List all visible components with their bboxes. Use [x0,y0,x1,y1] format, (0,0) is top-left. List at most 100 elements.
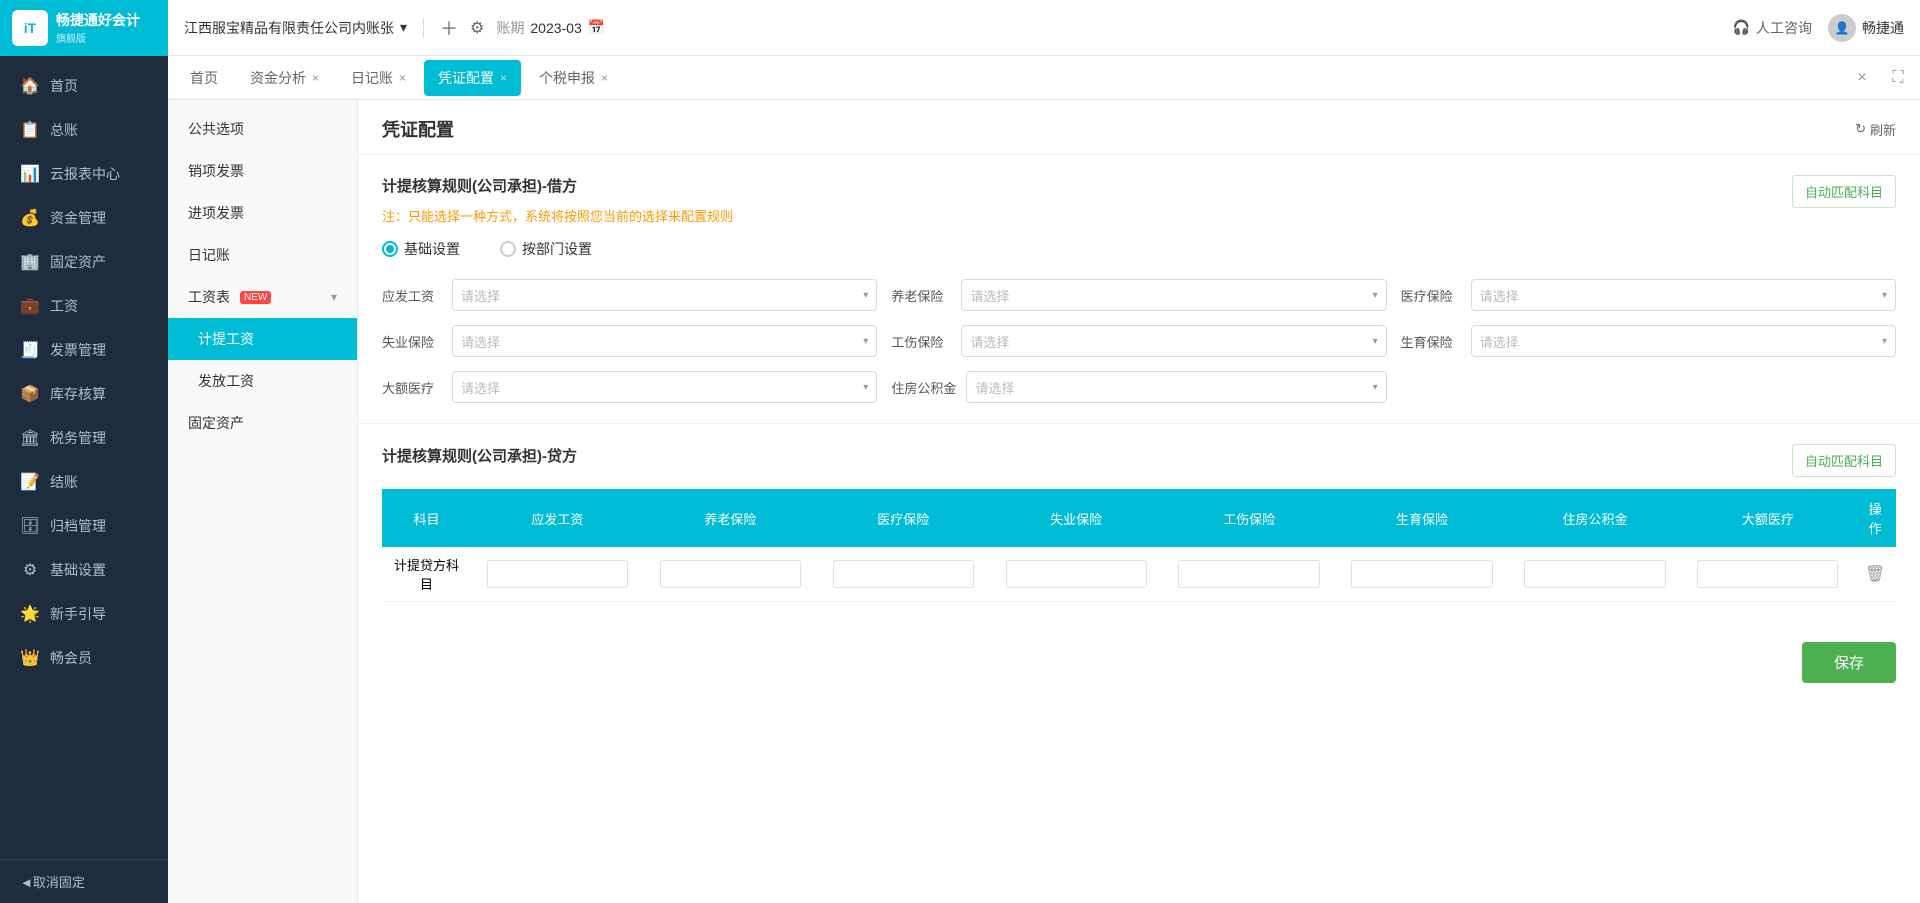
tab-diary[interactable]: 日记账 × [337,60,420,96]
radio-basic-settings[interactable]: 基础设置 [382,239,460,259]
building-icon: 🏢 [20,252,40,272]
credit-auto-match-button[interactable]: 自动匹配科目 [1792,444,1896,477]
sidebar-item-reports[interactable]: 📊 云报表中心 [0,152,168,196]
td-daeyiliao-input[interactable] [1681,547,1854,602]
right-panel: 凭证配置 ↻ 刷新 计提核算规则(公司承担)-借方 注：只能选择一种方式，系统将… [358,100,1920,903]
left-menu-salary-table[interactable]: 工资表 NEW ▾ [168,276,357,318]
field-select-yingfa[interactable]: 请选择 ▾ [452,279,877,311]
member-icon: 👑 [20,648,40,668]
sidebar-item-tax[interactable]: 🏛 税务管理 [0,416,168,460]
td-gongjijin-input[interactable] [1508,547,1681,602]
sidebar-item-fund[interactable]: 💰 资金管理 [0,196,168,240]
radio-basic-circle [382,241,398,257]
sidebar-item-guide[interactable]: 🌟 新手引导 [0,592,168,636]
delete-row-icon[interactable]: 🗑 [1865,566,1885,583]
settings-gear-button[interactable]: ⚙ [470,18,484,38]
page-title: 凭证配置 [382,116,454,142]
left-menu-fixed-assets[interactable]: 固定资产 [168,402,357,444]
credit-daeyiliao-input[interactable] [1697,560,1838,588]
field-daeyiliao: 大额医疗 请选择 ▾ [382,371,877,403]
left-menu-payroll[interactable]: 发放工资 [168,360,357,402]
th-yanglao: 养老保险 [644,489,817,547]
sidebar-item-settlement[interactable]: 📝 结账 [0,460,168,504]
company-selector[interactable]: 江西服宝精品有限责任公司内账张 ▾ [184,18,407,38]
debit-auto-match-button[interactable]: 自动匹配科目 [1792,175,1896,208]
field-select-shengyu[interactable]: 请选择 ▾ [1471,325,1896,357]
td-shiye-input[interactable] [990,547,1163,602]
new-badge: NEW [240,291,271,304]
sidebar-item-archive[interactable]: 🗄 归档管理 [0,504,168,548]
left-menu-public[interactable]: 公共选项 [168,108,357,150]
td-yiliao-input[interactable] [817,547,990,602]
tab-expand-button[interactable]: ⛶ [1884,64,1912,92]
credit-gongjijin-input[interactable] [1524,560,1665,588]
credit-yanglao-input[interactable] [660,560,801,588]
tabbar: 首页 资金分析 × 日记账 × 凭证配置 × 个税申报 × × ⛶ [168,56,1920,100]
radio-group: 基础设置 按部门设置 [382,239,1896,259]
tab-voucher-close[interactable]: × [500,71,507,85]
tab-home[interactable]: 首页 [176,60,232,96]
tab-close-all-button[interactable]: × [1848,64,1876,92]
left-menu-accrual[interactable]: 计提工资 [168,318,357,360]
radio-department-settings[interactable]: 按部门设置 [500,239,592,259]
calendar-icon[interactable]: 📅 [588,19,605,36]
td-gongshang-input[interactable] [1163,547,1336,602]
sidebar-item-invoice[interactable]: 🧾 发票管理 [0,328,168,372]
left-menu-sales-invoice[interactable]: 销项发票 [168,150,357,192]
field-select-daeyiliao[interactable]: 请选择 ▾ [452,371,877,403]
td-yingfa-input[interactable] [471,547,644,602]
left-menu-diary[interactable]: 日记账 [168,234,357,276]
tabbar-right: × ⛶ [1848,64,1912,92]
sidebar-item-fixed-assets[interactable]: 🏢 固定资产 [0,240,168,284]
save-area: 保存 [358,622,1920,703]
cancel-fixed-button[interactable]: ◄取消固定 [0,859,168,903]
user-menu[interactable]: 👤 畅捷通 [1828,14,1904,42]
field-label-yanglao: 养老保险 [891,286,951,305]
salary-icon: 💼 [20,296,40,316]
refresh-button[interactable]: ↻ 刷新 [1855,120,1896,139]
add-account-button[interactable]: ＋ [440,15,458,41]
settings-icon: ⚙ [20,560,40,580]
field-select-shiye[interactable]: 请选择 ▾ [452,325,877,357]
refresh-icon: ↻ [1855,121,1866,137]
sidebar-item-inventory[interactable]: 📦 库存核算 [0,372,168,416]
sidebar-item-home[interactable]: 🏠 首页 [0,64,168,108]
th-daeyiliao: 大额医疗 [1681,489,1854,547]
credit-shengyu-input[interactable] [1351,560,1492,588]
tab-home-label: 首页 [190,68,218,88]
tab-fund-close[interactable]: × [312,71,319,85]
select-arrow-yanglao: ▾ [1373,290,1378,301]
app-version: 旗舰版 [56,30,140,45]
sidebar-item-general-ledger[interactable]: 📋 总账 [0,108,168,152]
tab-tax-report[interactable]: 个税申报 × [525,60,622,96]
credit-shiye-input[interactable] [1006,560,1147,588]
sidebar-item-member[interactable]: 👑 畅会员 [0,636,168,680]
left-menu-purchase-invoice[interactable]: 进项发票 [168,192,357,234]
field-select-gongjijin[interactable]: 请选择 ▾ [966,371,1386,403]
sidebar-item-salary[interactable]: 💼 工资 [0,284,168,328]
tab-voucher-config[interactable]: 凭证配置 × [424,60,521,96]
debit-section-title: 计提核算规则(公司承担)-借方 [382,175,733,196]
credit-yingfa-input[interactable] [487,560,628,588]
credit-gongshang-input[interactable] [1178,560,1319,588]
select-arrow-shiye: ▾ [863,336,868,347]
field-select-yiliao[interactable]: 请选择 ▾ [1471,279,1896,311]
field-yiliao: 医疗保险 请选择 ▾ [1401,279,1896,311]
td-shengyu-input[interactable] [1336,547,1509,602]
field-label-shengyu: 生育保险 [1401,332,1461,351]
field-select-gongshang[interactable]: 请选择 ▾ [961,325,1386,357]
service-button[interactable]: 🎧 人工咨询 [1733,18,1812,38]
tab-diary-close[interactable]: × [399,71,406,85]
save-button[interactable]: 保存 [1802,642,1896,683]
tab-tax-close[interactable]: × [601,71,608,85]
field-label-gongshang: 工伤保险 [891,332,951,351]
credit-yiliao-input[interactable] [833,560,974,588]
field-label-yingfa: 应发工资 [382,286,442,305]
logo-icon: iT [12,10,48,46]
td-yanglao-input[interactable] [644,547,817,602]
tab-fund-analysis[interactable]: 资金分析 × [236,60,333,96]
field-yingfa-gongzi: 应发工资 请选择 ▾ [382,279,877,311]
field-select-yanglao[interactable]: 请选择 ▾ [961,279,1386,311]
sidebar-item-basic-settings[interactable]: ⚙ 基础设置 [0,548,168,592]
period-selector[interactable]: 账期 2023-03 📅 [496,18,605,38]
